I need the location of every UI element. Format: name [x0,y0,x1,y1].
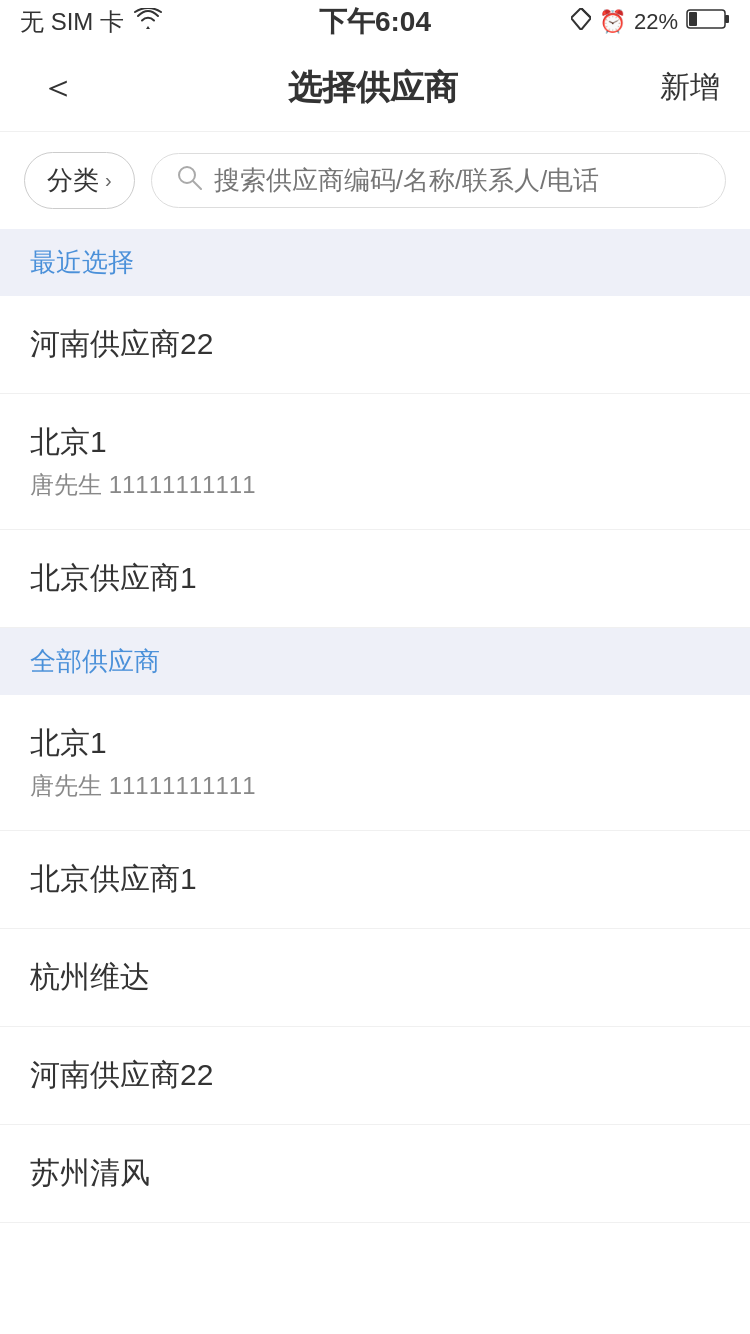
status-bar: 无 SIM 卡 下午6:04 ⏰ 22% [0,0,750,44]
item-name: 北京供应商1 [30,859,720,900]
svg-rect-2 [689,12,697,26]
back-button[interactable]: ＜ [30,53,86,122]
status-right: ⏰ 22% [571,8,730,36]
search-box[interactable] [151,153,726,208]
recent-items-list: 河南供应商22 北京1 唐先生 11111111111 北京供应商1 [0,296,750,628]
search-input[interactable] [214,165,701,196]
list-item[interactable]: 河南供应商22 [0,1027,750,1125]
location-icon [571,8,591,36]
item-sub: 唐先生 11111111111 [30,770,720,802]
list-item[interactable]: 北京供应商1 [0,831,750,929]
item-name: 苏州清风 [30,1153,720,1194]
recent-section-label: 最近选择 [30,247,134,277]
search-icon [176,164,202,197]
list-item[interactable]: 杭州维达 [0,929,750,1027]
add-button[interactable]: 新增 [660,67,720,108]
recent-section-header: 最近选择 [0,229,750,296]
battery-label: 22% [634,9,678,35]
list-item[interactable]: 北京供应商1 [0,530,750,628]
all-section-header: 全部供应商 [0,628,750,695]
list-item[interactable]: 河南供应商22 [0,296,750,394]
list-item[interactable]: 北京1 唐先生 11111111111 [0,394,750,530]
item-name: 北京供应商1 [30,558,720,599]
nav-bar: ＜ 选择供应商 新增 [0,44,750,132]
status-time: 下午6:04 [319,3,431,41]
svg-line-4 [193,181,201,189]
item-sub: 唐先生 11111111111 [30,469,720,501]
item-name: 河南供应商22 [30,324,720,365]
svg-rect-1 [725,15,729,23]
all-items-list: 北京1 唐先生 11111111111 北京供应商1 杭州维达 河南供应商22 … [0,695,750,1223]
nav-title: 选择供应商 [288,65,458,111]
filter-bar: 分类 › [0,132,750,229]
all-section-label: 全部供应商 [30,646,160,676]
status-left: 无 SIM 卡 [20,6,162,38]
item-name: 北京1 [30,422,720,463]
item-name: 北京1 [30,723,720,764]
category-label: 分类 [47,163,99,198]
chevron-right-icon: › [105,169,112,192]
alarm-icon: ⏰ [599,9,626,35]
list-item[interactable]: 北京1 唐先生 11111111111 [0,695,750,831]
item-name: 河南供应商22 [30,1055,720,1096]
list-item[interactable]: 苏州清风 [0,1125,750,1223]
battery-icon [686,8,730,36]
item-name: 杭州维达 [30,957,720,998]
wifi-icon [134,8,162,36]
category-button[interactable]: 分类 › [24,152,135,209]
carrier-label: 无 SIM 卡 [20,6,124,38]
